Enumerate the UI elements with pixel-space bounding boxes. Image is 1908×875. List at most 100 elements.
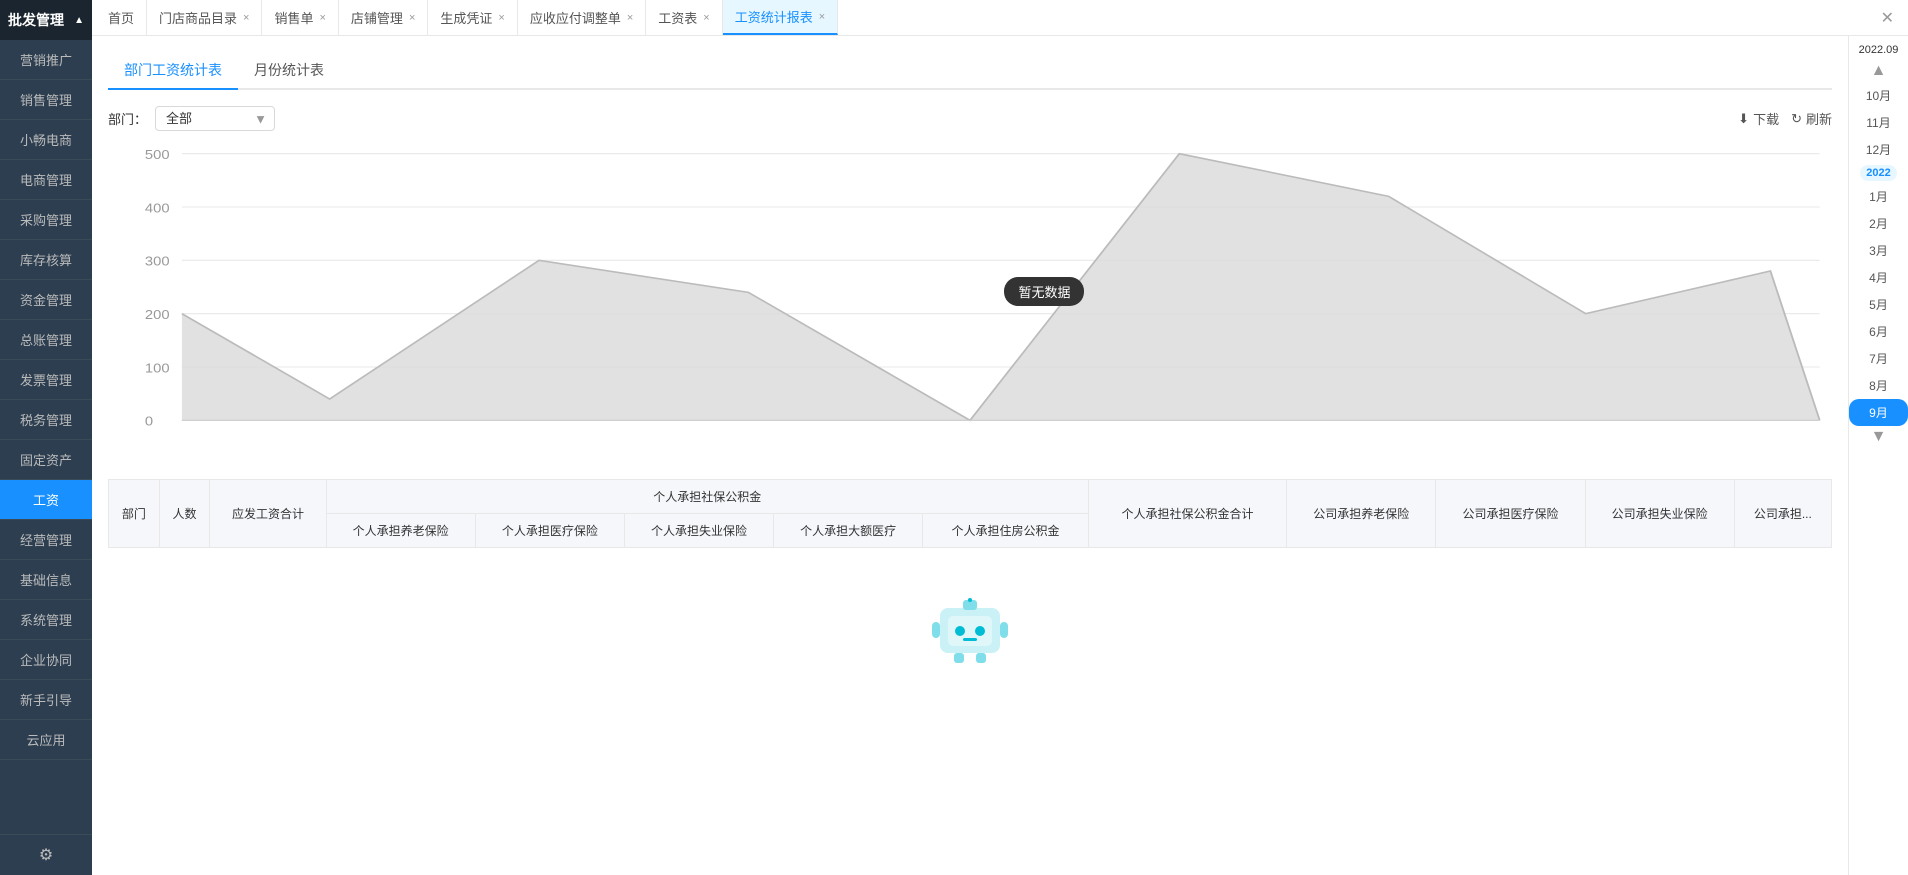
tab-生成凭证[interactable]: 生成凭证× [428,0,517,35]
download-button[interactable]: ⬇ 下载 [1738,109,1779,128]
tab-close-icon[interactable]: × [819,11,825,23]
cal-month-10[interactable]: 10月 [1849,82,1908,109]
sidebar-item-企业协同[interactable]: 企业协同 [0,640,92,680]
tab-close-icon[interactable]: × [409,12,415,24]
col-company-pension: 公司承担养老保险 [1287,480,1436,548]
sidebar-item-销售管理[interactable]: 销售管理 [0,80,92,120]
sidebar-item-经营管理[interactable]: 经营管理 [0,520,92,560]
toolbar-left: 部门： 全部 ▼ [108,106,275,131]
dept-select[interactable]: 全部 [155,106,275,131]
cal-month-12[interactable]: 12月 [1849,136,1908,163]
tab-工资统计报表[interactable]: 工资统计报表 × [723,0,838,35]
tab-close-icon[interactable]: × [243,12,249,24]
chart-container: 500 400 300 200 100 0 [108,143,1832,463]
cal-year-2022[interactable]: 2022 [1860,165,1896,181]
cal-month-5[interactable]: 5月 [1849,291,1908,318]
cal-month-9[interactable]: 9月 [1849,399,1908,426]
cal-prev-button[interactable]: ▲ [1869,60,1889,82]
svg-text:100: 100 [145,360,170,375]
tab-label: 门店商品目录 [159,8,237,27]
sidebar-collapse-icon: ▲ [74,15,84,26]
cal-month-7[interactable]: 7月 [1849,345,1908,372]
tab-close-icon[interactable]: × [498,12,504,24]
col-personal-medical: 个人承担医疗保险 [475,514,624,548]
sidebar-item-发票管理[interactable]: 发票管理 [0,360,92,400]
tab-close-icon[interactable]: × [627,12,633,24]
col-personal-major-medical: 个人承担大额医疗 [774,514,923,548]
svg-text:200: 200 [145,307,170,322]
table-empty-row: 暂无数据 [109,548,1832,680]
tab-label: 店铺管理 [351,8,403,27]
col-company-more: 公司承担... [1734,480,1831,548]
svg-text:0: 0 [145,414,154,429]
dept-select-wrapper: 全部 ▼ [155,106,275,131]
tab-label: 应收应付调整单 [530,8,621,27]
sidebar-item-营销推广[interactable]: 营销推广 [0,40,92,80]
col-headcount: 人数 [159,480,210,548]
sub-tabs: 部门工资统计表月份统计表 [108,52,1832,90]
table-scroll-container[interactable]: 部门 人数 应发工资合计 个人承担社保公积金 个人承担社保公积金合计 公司承担养… [108,479,1832,679]
col-personal-pension: 个人承担养老保险 [326,514,475,548]
download-icon: ⬇ [1738,111,1749,127]
tab-工资表[interactable]: 工资表 × [646,0,722,35]
svg-text:500: 500 [145,147,170,162]
empty-state-icon [930,588,1010,668]
cal-month-1[interactable]: 1月 [1849,183,1908,210]
sidebar-item-云应用[interactable]: 云应用 [0,720,92,760]
tab-close-icon[interactable]: × [319,12,325,24]
svg-text:300: 300 [145,254,170,269]
sidebar-item-总账管理[interactable]: 总账管理 [0,320,92,360]
col-personal-total: 个人承担社保公积金合计 [1088,480,1286,548]
chart-tooltip: 暂无数据 [1004,277,1084,306]
cal-next-button[interactable]: ▼ [1869,426,1889,448]
dept-label: 部门： [108,109,147,128]
sidebar-item-固定资产[interactable]: 固定资产 [0,440,92,480]
sidebar-item-资金管理[interactable]: 资金管理 [0,280,92,320]
tab-label: 工资统计报表 [735,7,813,26]
sidebar-item-基础信息[interactable]: 基础信息 [0,560,92,600]
tab-销售单[interactable]: 销售单 × [262,0,338,35]
cal-month-11[interactable]: 11月 [1849,109,1908,136]
col-personal-unemployment: 个人承担失业保险 [624,514,773,548]
cal-month-4[interactable]: 4月 [1849,264,1908,291]
sub-tab-月份统计表[interactable]: 月份统计表 [238,52,340,90]
cal-month-6[interactable]: 6月 [1849,318,1908,345]
sidebar-item-采购管理[interactable]: 采购管理 [0,200,92,240]
sidebar-item-新手引导[interactable]: 新手引导 [0,680,92,720]
tab-首页[interactable]: 首页 [96,0,147,35]
sidebar: 批发管理 ▲ 营销推广销售管理小畅电商电商管理采购管理库存核算资金管理总账管理发… [0,0,92,875]
sidebar-item-系统管理[interactable]: 系统管理 [0,600,92,640]
tab-close-icon[interactable]: × [703,12,709,24]
tab-店铺管理[interactable]: 店铺管理 × [339,0,428,35]
cal-month-3[interactable]: 3月 [1849,237,1908,264]
cal-month-2[interactable]: 2月 [1849,210,1908,237]
tab-门店商品目录[interactable]: 门店商品目录 × [147,0,262,35]
sidebar-header[interactable]: 批发管理 ▲ [0,0,92,40]
sidebar-header-label: 批发管理 [8,10,64,30]
col-company-unemployment: 公司承担失业保险 [1585,480,1734,548]
calendar-panel: 2022.09 ▲ 10月 11月 12月 2022 1月 2月 3月 4月 5… [1848,36,1908,875]
page-area: 部门工资统计表月份统计表 部门： 全部 ▼ ⬇ 下载 [92,36,1848,875]
sidebar-item-电商管理[interactable]: 电商管理 [0,160,92,200]
tab-label: 工资表 [658,8,697,27]
tab-应收应付调整单[interactable]: 应收应付调整单 × [518,0,646,35]
col-dept: 部门 [109,480,160,548]
sidebar-item-库存核算[interactable]: 库存核算 [0,240,92,280]
sidebar-item-工资[interactable]: 工资 [0,480,92,520]
tabbar-close-button[interactable]: ✕ [1871,8,1904,28]
tabbar: 首页门店商品目录×销售单×店铺管理×生成凭证×应收应付调整单×工资表×工资统计报… [92,0,1908,36]
cal-month-8[interactable]: 8月 [1849,372,1908,399]
sub-tab-部门工资统计表[interactable]: 部门工资统计表 [108,52,238,90]
col-personal-insurance-group: 个人承担社保公积金 [326,480,1088,514]
sidebar-item-税务管理[interactable]: 税务管理 [0,400,92,440]
col-company-medical: 公司承担医疗保险 [1436,480,1585,548]
sidebar-item-小畅电商[interactable]: 小畅电商 [0,120,92,160]
tab-label: 销售单 [274,8,313,27]
cal-year-header: 2022.09 [1857,40,1901,60]
content-area: 部门工资统计表月份统计表 部门： 全部 ▼ ⬇ 下载 [92,36,1908,875]
gear-icon: ⚙ [39,847,53,864]
sidebar-settings[interactable]: ⚙ [0,834,92,875]
main-area: 首页门店商品目录×销售单×店铺管理×生成凭证×应收应付调整单×工资表×工资统计报… [92,0,1908,875]
col-personal-housing-fund: 个人承担住房公积金 [923,514,1089,548]
refresh-button[interactable]: ↻ 刷新 [1791,109,1832,128]
